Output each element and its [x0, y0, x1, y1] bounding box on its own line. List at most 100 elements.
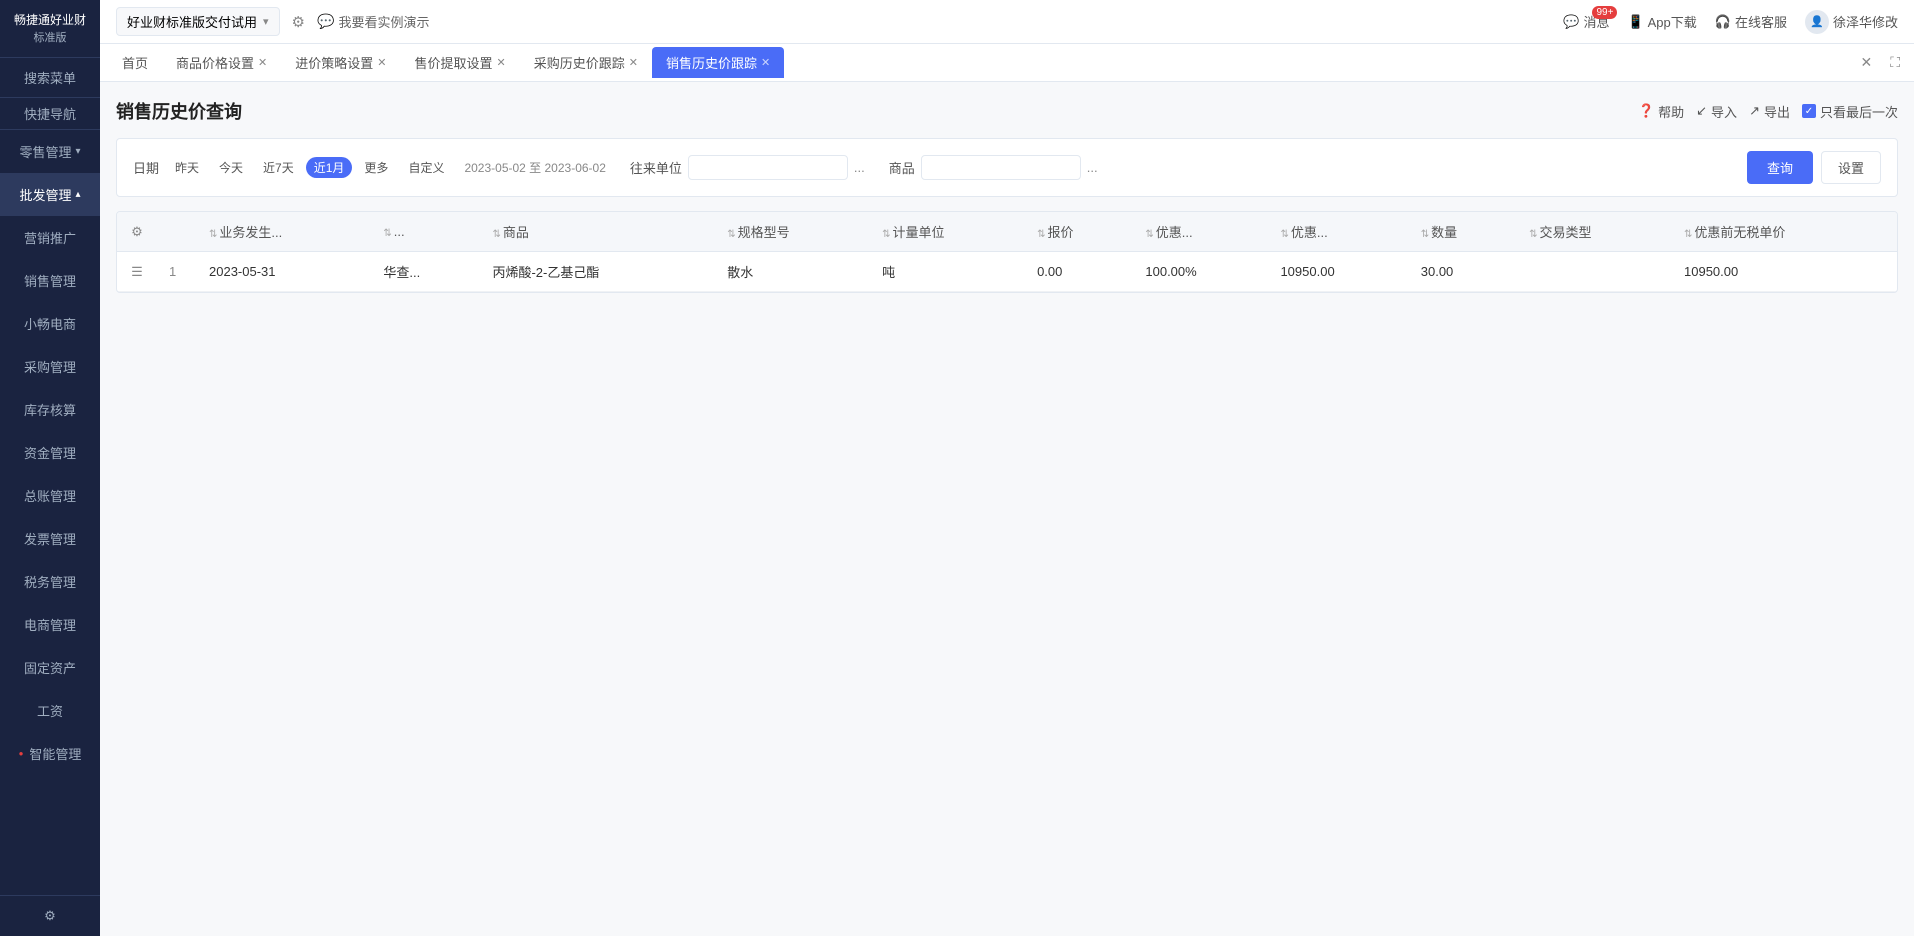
col-trans-type[interactable]: ⇅交易类型 [1517, 212, 1672, 252]
import-link[interactable]: ↙ 导入 [1696, 102, 1737, 121]
date-opt-more[interactable]: 更多 [356, 157, 396, 178]
tab-sales-history[interactable]: 销售历史价跟踪 ✕ [652, 47, 784, 78]
app-download-button[interactable]: 📱 App下载 [1627, 12, 1696, 31]
tab-label: 进价策略设置 [295, 53, 373, 72]
col-price[interactable]: ⇅报价 [1025, 212, 1133, 252]
date-opt-yesterday[interactable]: 昨天 [167, 157, 207, 178]
messages-button[interactable]: 💬 消息 99+ [1563, 12, 1609, 31]
sidebar-search[interactable]: 搜索菜单 [0, 58, 100, 98]
sidebar-item-marketing[interactable]: 营销推广 [0, 216, 100, 259]
sidebar-item-ledger[interactable]: 总账管理 [0, 474, 100, 517]
expand-tab-button[interactable]: ⛶ [1884, 52, 1906, 73]
online-service-button[interactable]: 🎧 在线客服 [1715, 12, 1787, 31]
sidebar-item-purchase[interactable]: 采购管理 [0, 345, 100, 388]
only-last-checkbox[interactable]: ✓ 只看最后一次 [1802, 102, 1898, 121]
sidebar-nav[interactable]: 快捷导航 [0, 98, 100, 130]
row-quantity: 30.00 [1409, 252, 1517, 292]
export-label: 导出 [1764, 102, 1790, 121]
tab-home-label: 首页 [122, 53, 148, 72]
sidebar-item-label: 智能管理 [29, 744, 81, 763]
import-icon: ↙ [1696, 103, 1707, 119]
gear-icon[interactable]: ⚙ [292, 13, 305, 31]
tab-label: 采购历史价跟踪 [534, 53, 625, 72]
sidebar-item-smart[interactable]: ● 智能管理 [0, 732, 100, 775]
row-gear[interactable]: ☰ [117, 252, 157, 292]
date-opt-last1m[interactable]: 近1月 [306, 157, 353, 178]
sidebar-settings-button[interactable]: ⚙ [0, 895, 100, 936]
sidebar-item-inventory[interactable]: 库存核算 [0, 388, 100, 431]
demo-link[interactable]: 💬 我要看实例演示 [317, 12, 429, 31]
filter-bar: 日期 昨天 今天 近7天 近1月 更多 自定义 2023-05-02 至 202… [116, 138, 1898, 197]
tab-price-extract[interactable]: 售价提取设置 ✕ [400, 47, 519, 78]
col-spec[interactable]: ⇅规格型号 [715, 212, 870, 252]
page-title: 销售历史价查询 [116, 98, 242, 124]
close-icon[interactable]: ✕ [629, 56, 638, 69]
row-discount2: 10950.00 [1268, 252, 1408, 292]
sidebar-item-finance[interactable]: 资金管理 [0, 431, 100, 474]
sidebar-item-label: 零售管理 [19, 142, 71, 161]
close-icon[interactable]: ✕ [258, 56, 267, 69]
sidebar-item-wholesale[interactable]: 批发管理 ▴ [0, 173, 100, 216]
sidebar-item-xiaochen[interactable]: 小畅电商 [0, 302, 100, 345]
col-unit[interactable]: ⇅计量单位 [870, 212, 1025, 252]
chevron-down-icon: ▾ [75, 146, 80, 157]
messages-badge: 99+ [1592, 6, 1617, 19]
sidebar: 畅捷通好业财 标准版 搜索菜单 快捷导航 零售管理 ▾ 批发管理 ▴ 营销推广 … [0, 0, 100, 936]
tab-home[interactable]: 首页 [108, 47, 162, 78]
close-icon[interactable]: ✕ [377, 56, 386, 69]
close-icon[interactable]: ✕ [761, 56, 770, 69]
date-range-text: 2023-05-02 至 2023-06-02 [464, 159, 605, 176]
tab-product-price[interactable]: 商品价格设置 ✕ [162, 47, 281, 78]
date-opt-last7[interactable]: 近7天 [255, 157, 302, 178]
col-discount1[interactable]: ⇅优惠... [1133, 212, 1268, 252]
filter-actions: 查询 设置 [1747, 151, 1881, 184]
tab-purchase-history[interactable]: 采购历史价跟踪 ✕ [520, 47, 652, 78]
product-label: 商品 [889, 158, 915, 177]
table-row: ☰ 1 2023-05-31 华查... 丙烯酸-2-乙基己酯 散水 吨 0.0… [117, 252, 1897, 292]
tabs-end-buttons: ✕ ⛶ [1854, 52, 1906, 73]
source-unit-input[interactable] [688, 155, 848, 180]
sidebar-item-retail[interactable]: 零售管理 ▾ [0, 130, 100, 173]
sidebar-item-tax[interactable]: 税务管理 [0, 560, 100, 603]
sidebar-item-invoice[interactable]: 发票管理 [0, 517, 100, 560]
row-trans-type [1517, 252, 1672, 292]
date-opt-custom[interactable]: 自定义 [400, 157, 452, 178]
col-date[interactable]: ⇅业务发生... [197, 212, 371, 252]
sidebar-item-label: 库存核算 [24, 400, 76, 419]
settings-button[interactable]: 设置 [1821, 151, 1881, 184]
query-button[interactable]: 查询 [1747, 151, 1813, 184]
source-unit-ellipsis[interactable]: ... [854, 160, 865, 175]
dot-icon: ● [19, 749, 24, 758]
close-icon[interactable]: ✕ [497, 56, 506, 69]
col-discount2[interactable]: ⇅优惠... [1268, 212, 1408, 252]
sidebar-logo-sub: 标准版 [8, 29, 92, 45]
data-table: ⚙ ⇅业务发生... ⇅... ⇅商品 ⇅规格型号 ⇅计量单位 ⇅报价 ⇅优惠.… [116, 211, 1898, 293]
close-tab-button[interactable]: ✕ [1854, 52, 1878, 73]
page-header: 销售历史价查询 ❓ 帮助 ↙ 导入 ↗ 导出 ✓ 只看最后一次 [116, 98, 1898, 124]
user-menu[interactable]: 👤 徐泽华修改 [1805, 10, 1898, 34]
export-link[interactable]: ↗ 导出 [1749, 102, 1790, 121]
sidebar-item-ecom[interactable]: 电商管理 [0, 603, 100, 646]
sidebar-item-sales[interactable]: 销售管理 [0, 259, 100, 302]
product-input[interactable] [921, 155, 1081, 180]
col-gear[interactable]: ⚙ [117, 212, 157, 252]
col-quantity[interactable]: ⇅数量 [1409, 212, 1517, 252]
only-last-label: 只看最后一次 [1820, 102, 1898, 121]
row-discount1: 100.00% [1133, 252, 1268, 292]
tab-label: 商品价格设置 [176, 53, 254, 72]
product-ellipsis[interactable]: ... [1087, 160, 1098, 175]
row-product: 丙烯酸-2-乙基己酯 [480, 252, 715, 292]
version-selector[interactable]: 好业财标准版交付试用 ▾ [116, 7, 280, 36]
tab-price-strategy[interactable]: 进价策略设置 ✕ [281, 47, 400, 78]
sidebar-item-label: 固定资产 [24, 658, 76, 677]
sidebar-item-label: 销售管理 [24, 271, 76, 290]
col-product[interactable]: ⇅商品 [480, 212, 715, 252]
col-pretax-price[interactable]: ⇅优惠前无税单价 [1672, 212, 1897, 252]
date-opt-today[interactable]: 今天 [211, 157, 251, 178]
help-link[interactable]: ❓ 帮助 [1638, 102, 1684, 121]
chevron-up-icon: ▴ [75, 189, 80, 200]
tab-label: 销售历史价跟踪 [666, 53, 757, 72]
col-more[interactable]: ⇅... [371, 212, 480, 252]
sidebar-item-assets[interactable]: 固定资产 [0, 646, 100, 689]
sidebar-item-salary[interactable]: 工资 [0, 689, 100, 732]
